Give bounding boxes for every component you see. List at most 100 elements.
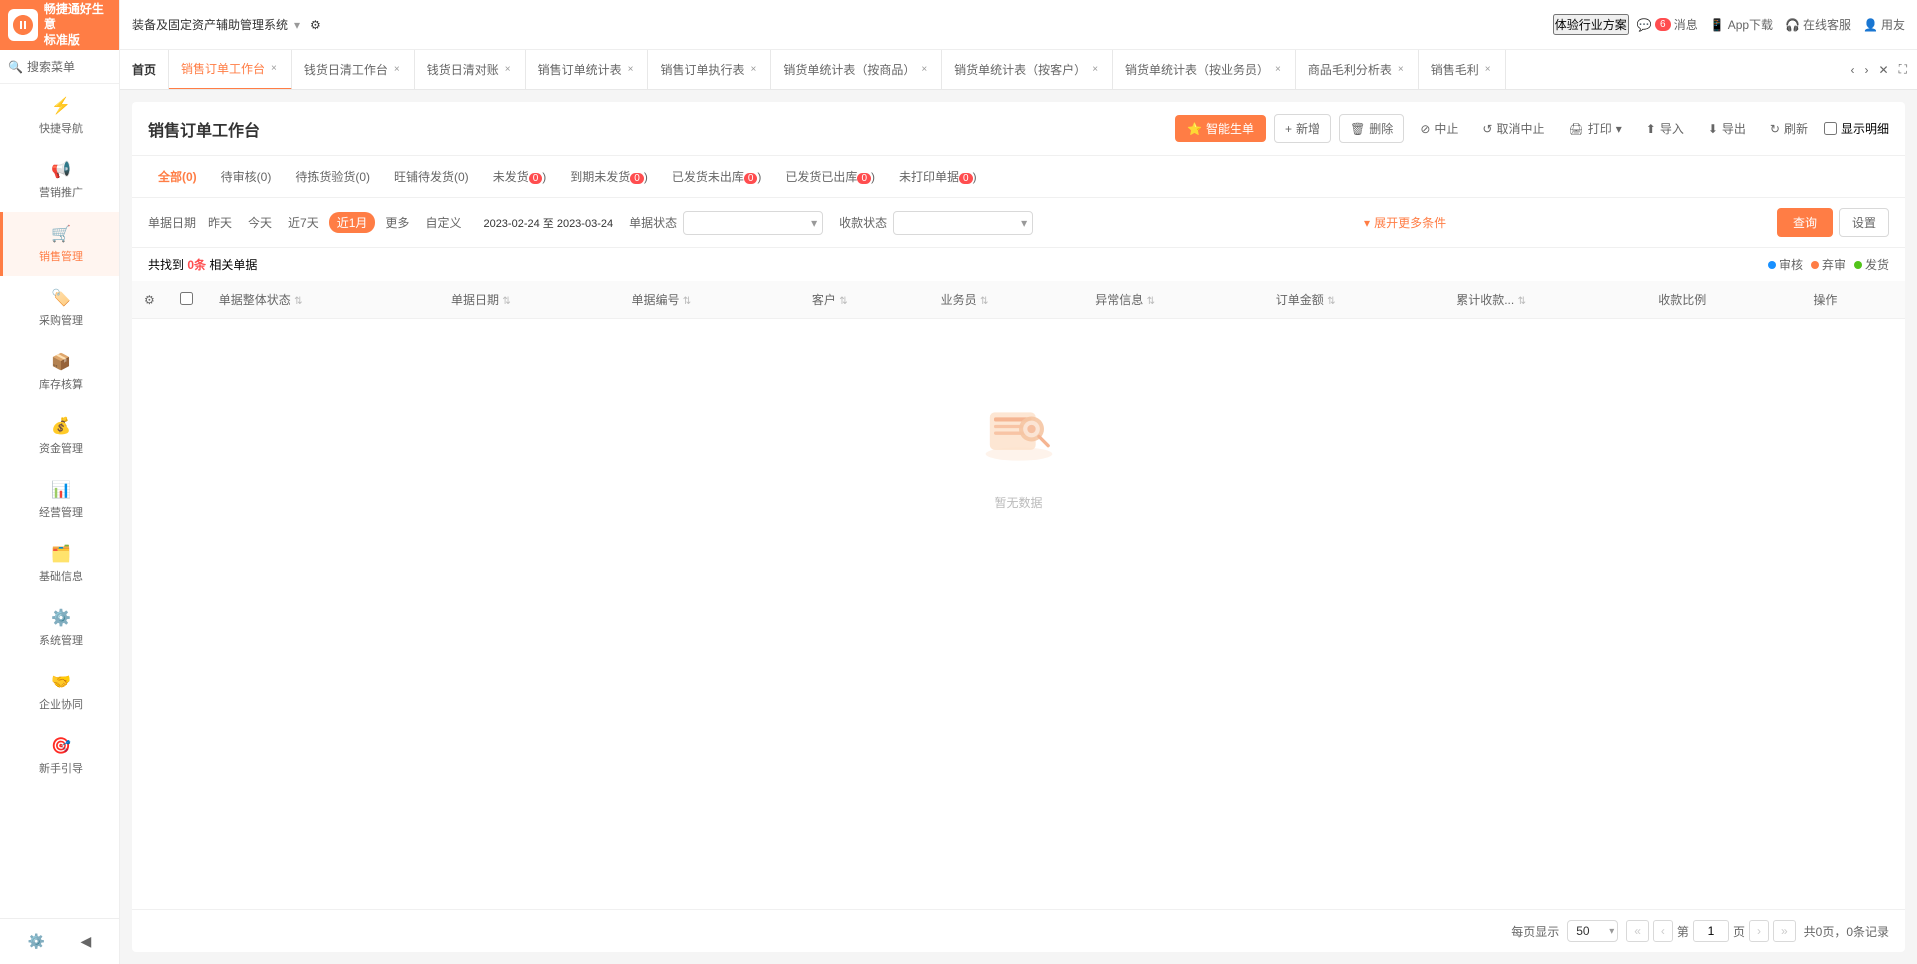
gear-settings-icon[interactable]: ⚙ [310, 18, 321, 32]
review-action[interactable]: 审核 [1768, 256, 1803, 273]
column-settings-icon[interactable]: ⚙ [144, 293, 155, 307]
sidebar-item-system[interactable]: ⚙️系统管理 [0, 596, 119, 660]
sort-date-icon[interactable]: ⇅ [502, 296, 510, 307]
tab-cash-account[interactable]: 钱货日清对账× [415, 50, 526, 90]
sidebar-item-basic[interactable]: 🗂️基础信息 [0, 532, 119, 596]
filter-tab-wangpu-pending[interactable]: 旺铺待发货(0) [384, 164, 479, 189]
export-button[interactable]: ⬇ 导出 [1700, 115, 1754, 142]
tab-close-sales-summary-customer[interactable]: × [1090, 62, 1100, 77]
settings-icon[interactable]: ⚙️ [24, 929, 49, 954]
tab-sales-summary-product[interactable]: 销货单统计表（按商品）× [771, 50, 942, 90]
next-page-button[interactable]: › [1749, 920, 1769, 942]
last-page-button[interactable]: » [1773, 920, 1796, 942]
sidebar-item-finance[interactable]: 💰资金管理 [0, 404, 119, 468]
tab-close-product-margin[interactable]: × [1396, 62, 1406, 77]
refresh-button[interactable]: ↻ 刷新 [1762, 115, 1816, 142]
sort-number-icon[interactable]: ⇅ [683, 296, 691, 307]
sort-staff-icon[interactable]: ⇅ [980, 296, 988, 307]
experience-button[interactable]: 体验行业方案 [1553, 14, 1629, 35]
collapse-icon[interactable]: ◀ [77, 929, 96, 954]
tab-maximize-icon[interactable]: ⛶ [1895, 58, 1911, 81]
sidebar-search[interactable]: 🔍 搜索菜单 [0, 50, 119, 84]
tab-home[interactable]: 首页 [120, 50, 169, 90]
sort-amount-icon[interactable]: ⇅ [1327, 296, 1335, 307]
expand-button[interactable]: ▾ 展开更多条件 [1364, 214, 1446, 231]
tab-close-sales-workbench[interactable]: × [269, 61, 279, 76]
sidebar-item-marketing[interactable]: 📢营销推广 [0, 148, 119, 212]
add-button[interactable]: + 新增 [1274, 114, 1331, 143]
sort-collected-icon[interactable]: ⇅ [1518, 296, 1526, 307]
tab-sales-exec[interactable]: 销售订单执行表× [648, 50, 771, 90]
suspend-button[interactable]: ⊘ 中止 [1412, 115, 1466, 142]
sidebar-item-purchase[interactable]: 🏷️采购管理 [0, 276, 119, 340]
tab-sales-summary-customer[interactable]: 销货单统计表（按客户）× [942, 50, 1113, 90]
filter-tab-overdue-not-shipped[interactable]: 到期未发货0) [560, 164, 658, 189]
tab-sales-stats[interactable]: 销售订单统计表× [526, 50, 649, 90]
header-dropdown-icon[interactable]: ▾ [294, 18, 300, 32]
filter-tab-not-shipped[interactable]: 未发货0) [483, 164, 557, 189]
date-opt-今天[interactable]: 今天 [242, 212, 278, 233]
smart-generate-button[interactable]: ⭐ 智能生单 [1175, 115, 1266, 142]
nav-icon-quick-nav: ⚡ [51, 96, 71, 116]
tab-close-sales-summary-staff[interactable]: × [1273, 62, 1283, 77]
print-button[interactable]: 🖨 打印 ▾ [1560, 115, 1629, 142]
date-opt-近7天[interactable]: 近7天 [282, 212, 325, 233]
tab-cash-clear[interactable]: 钱货日清工作台× [292, 50, 415, 90]
sidebar-item-newbie[interactable]: 🎯新手引导 [0, 724, 119, 788]
tab-label-sales-profit: 销售毛利 [1431, 61, 1479, 78]
sidebar-item-enterprise[interactable]: 🤝企业协同 [0, 660, 119, 724]
date-opt-更多[interactable]: 更多 [379, 212, 415, 233]
sidebar-item-operation[interactable]: 📊经营管理 [0, 468, 119, 532]
filter-tab-pending-inspect[interactable]: 待拣货验货(0) [285, 164, 380, 189]
select-all-checkbox[interactable] [180, 292, 193, 305]
sort-customer-icon[interactable]: ⇅ [839, 296, 847, 307]
ship-dot [1854, 261, 1862, 269]
show-detail-checkbox[interactable] [1824, 122, 1837, 135]
tab-close-all-icon[interactable]: ✕ [1875, 59, 1893, 81]
date-opt-昨天[interactable]: 昨天 [202, 212, 238, 233]
query-button[interactable]: 查询 [1777, 208, 1833, 237]
filter-tab-pending-review[interactable]: 待审核(0) [211, 164, 282, 189]
prev-page-button[interactable]: ‹ [1653, 920, 1673, 942]
tab-product-margin[interactable]: 商品毛利分析表× [1296, 50, 1419, 90]
import-button[interactable]: ⬆ 导入 [1638, 115, 1692, 142]
tab-close-sales-profit[interactable]: × [1483, 62, 1493, 77]
tab-close-sales-exec[interactable]: × [748, 62, 758, 77]
page-input[interactable] [1693, 920, 1729, 942]
app-download-action[interactable]: 📱 App下载 [1710, 16, 1773, 33]
sidebar-item-sales[interactable]: 🛒销售管理 [0, 212, 119, 276]
set-button[interactable]: 设置 [1839, 208, 1889, 237]
filter-tab-shipped-in[interactable]: 已发货已出库0) [775, 164, 885, 189]
th-checkbox [167, 281, 207, 319]
filter-tab-all[interactable]: 全部(0) [148, 164, 207, 189]
tab-sales-summary-staff[interactable]: 销货单统计表（按业务员）× [1113, 50, 1296, 90]
tab-close-sales-summary-product[interactable]: × [919, 62, 929, 77]
tab-sales-workbench[interactable]: 销售订单工作台× [169, 50, 292, 90]
cancel-suspend-button[interactable]: ↺ 取消中止 [1474, 115, 1552, 142]
tab-next-icon[interactable]: › [1861, 59, 1873, 81]
sort-exception-icon[interactable]: ⇅ [1147, 296, 1155, 307]
delete-button[interactable]: 🗑 删除 [1339, 114, 1404, 143]
date-opt-自定义[interactable]: 自定义 [419, 212, 467, 233]
first-page-button[interactable]: « [1626, 920, 1649, 942]
ship-action[interactable]: 发货 [1854, 256, 1889, 273]
page-size-select[interactable]: 50 10 20 100 [1567, 920, 1618, 942]
status-select[interactable] [683, 211, 823, 235]
online-service-action[interactable]: 🎧 在线客服 [1785, 16, 1851, 33]
tab-close-sales-stats[interactable]: × [626, 62, 636, 77]
tab-close-cash-clear[interactable]: × [392, 62, 402, 77]
user-action[interactable]: 👤 用友 [1863, 16, 1905, 33]
sort-status-icon[interactable]: ⇅ [294, 296, 302, 307]
filter-tab-not-printed[interactable]: 未打印单据0) [889, 164, 987, 189]
date-opt-近1月[interactable]: 近1月 [329, 212, 376, 233]
revoke-action[interactable]: 弃审 [1811, 256, 1846, 273]
tab-sales-profit[interactable]: 销售毛利 × [1419, 50, 1506, 90]
show-detail-label[interactable]: 显示明细 [1824, 120, 1889, 137]
tab-prev-icon[interactable]: ‹ [1847, 59, 1859, 81]
collect-select[interactable] [893, 211, 1033, 235]
message-action[interactable]: 💬 6 消息 [1637, 16, 1698, 33]
filter-tab-shipped-not-in[interactable]: 已发货未出库0) [662, 164, 772, 189]
sidebar-item-inventory[interactable]: 📦库存核算 [0, 340, 119, 404]
sidebar-item-quick-nav[interactable]: ⚡快捷导航 [0, 84, 119, 148]
tab-close-cash-account[interactable]: × [503, 62, 513, 77]
